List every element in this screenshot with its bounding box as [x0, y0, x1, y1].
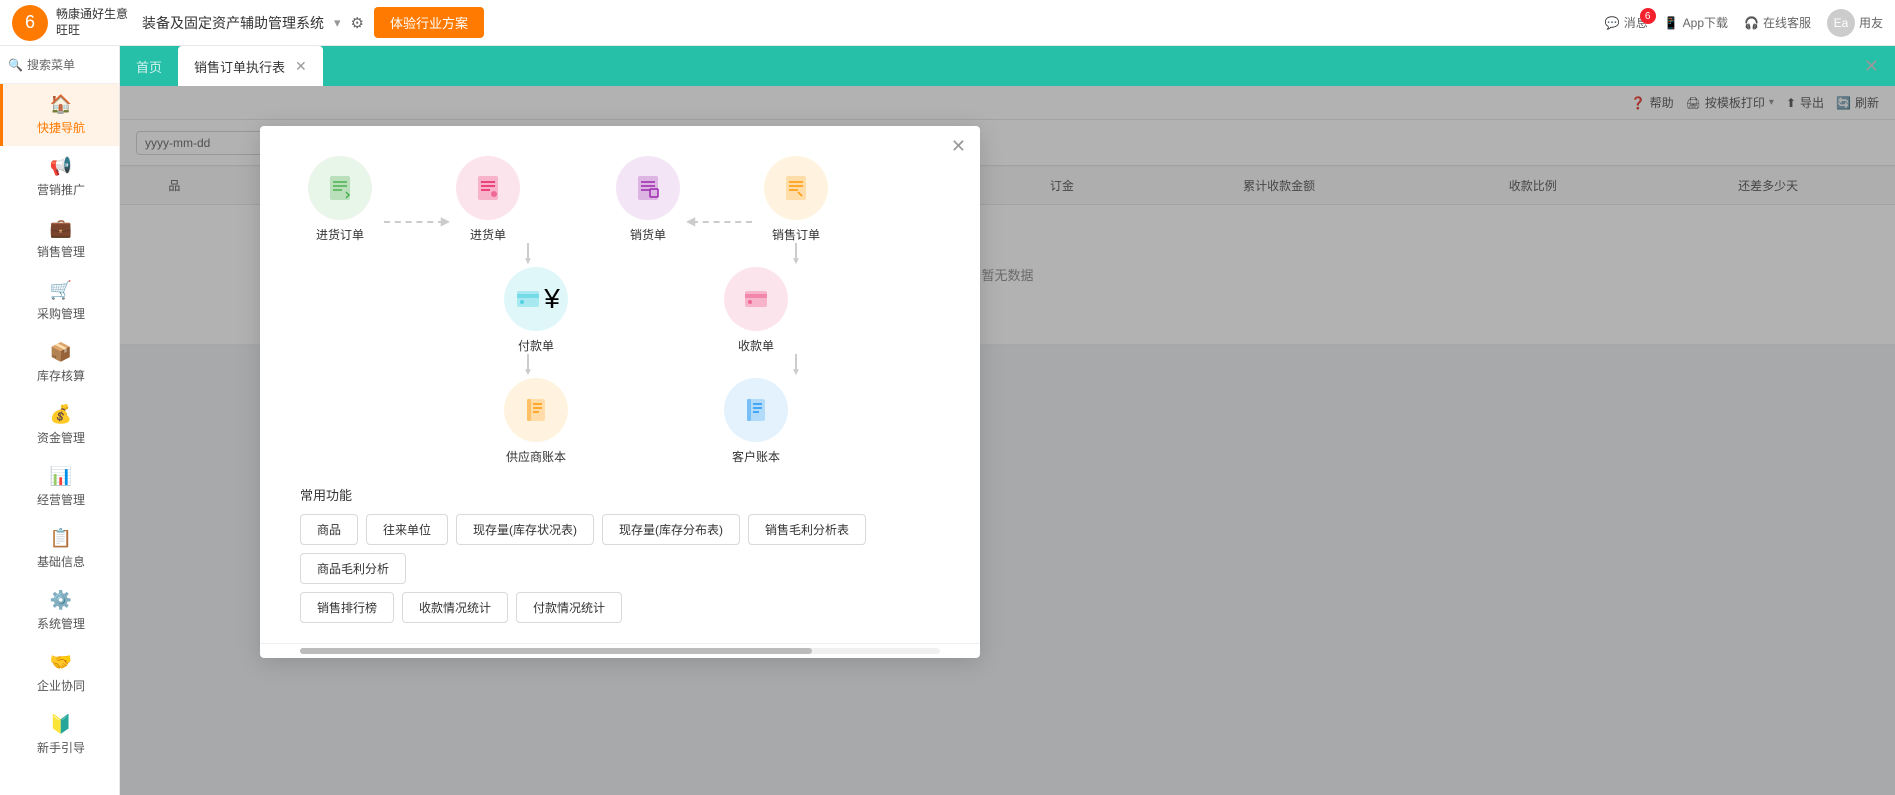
common-btn-sales-rank[interactable]: 销售排行榜 [300, 592, 394, 623]
flow-node-supplier-ledger[interactable]: 供应商账本 [496, 378, 576, 465]
base-info-icon: 📋 [50, 528, 72, 549]
common-functions-btns-2: 销售排行榜 收款情况统计 付款情况统计 [300, 592, 940, 623]
sidebar-search[interactable]: 🔍 搜索菜单 [0, 46, 119, 84]
window-close-btn[interactable]: ✕ [1864, 56, 1895, 77]
message-badge: 6 [1640, 8, 1656, 24]
flow-node-purchase-bill[interactable]: 进货单 [448, 156, 528, 243]
supplier-ledger-icon [504, 378, 568, 442]
flow-section: 进货订单 ▶ [260, 126, 980, 485]
home-icon: 🏠 [50, 94, 72, 115]
sidebar-item-purchase[interactable]: 🛒 采购管理 [0, 270, 119, 332]
modal-scrollbar [260, 643, 980, 658]
tab-home[interactable]: 首页 [120, 46, 178, 86]
purchase-bill-icon [456, 156, 520, 220]
sidebar-item-guide[interactable]: 🔰 新手引导 [0, 704, 119, 766]
top-bar-left: 6 畅康通好生意 旺旺 装备及固定资产辅助管理系统 ▾ ⚙ 体验行业方案 [12, 5, 484, 41]
tab-close-icon[interactable]: ✕ [295, 59, 307, 73]
finance-icon: 💰 [50, 404, 72, 425]
sales-order-icon [764, 156, 828, 220]
common-btn-receipt-stats[interactable]: 收款情况统计 [402, 592, 508, 623]
common-btn-partner[interactable]: 往来单位 [366, 514, 448, 545]
system-title: 装备及固定资产辅助管理系统 [142, 13, 324, 33]
common-btn-product[interactable]: 商品 [300, 514, 358, 545]
message-btn[interactable]: 💬 消息 6 [1605, 14, 1648, 31]
customer-ledger-icon [724, 378, 788, 442]
receipt-bill-icon [724, 267, 788, 331]
operation-icon: 📊 [50, 466, 72, 487]
inventory-icon: 📦 [50, 342, 72, 363]
app-download-btn[interactable]: 📱 App下载 [1664, 14, 1728, 31]
sidebar-item-enterprise[interactable]: 🤝 企业协同 [0, 642, 119, 704]
app-container: 6 畅康通好生意 旺旺 装备及固定资产辅助管理系统 ▾ ⚙ 体验行业方案 💬 消… [0, 0, 1895, 795]
logo-icon: 6 [12, 5, 48, 41]
modal-close-btn[interactable]: ✕ [951, 136, 966, 157]
tab-bar: 首页 销售订单执行表 ✕ ✕ [120, 46, 1895, 86]
download-icon: 📱 [1664, 16, 1679, 30]
sidebar-item-operation[interactable]: 📊 经营管理 [0, 456, 119, 518]
sidebar-item-finance[interactable]: 💰 资金管理 [0, 394, 119, 456]
common-btn-stock-dist[interactable]: 现存量(库存分布表) [602, 514, 740, 545]
enterprise-icon: 🤝 [50, 652, 72, 673]
common-btn-product-profit[interactable]: 商品毛利分析 [300, 553, 406, 584]
page-content: ❓ 帮助 🖨 按模板打印 ▾ ⬆ 导出 🔄 刷新 [120, 86, 1895, 795]
chevron-down-icon[interactable]: ▾ [334, 15, 341, 31]
common-functions-btns: 商品 往来单位 现存量(库存状况表) 现存量(库存分布表) 销售毛利分析表 商品… [300, 514, 940, 584]
sales-icon: 💼 [50, 218, 72, 239]
quick-nav-modal: ✕ 进货订单 [260, 126, 980, 658]
online-service-btn[interactable]: 🎧 在线客服 [1744, 14, 1811, 31]
sidebar-item-inventory[interactable]: 📦 库存核算 [0, 332, 119, 394]
common-btn-sales-profit[interactable]: 销售毛利分析表 [748, 514, 866, 545]
payment-bill-icon: ¥ [504, 267, 568, 331]
scrollbar-track [300, 648, 940, 654]
system-icon: ⚙️ [50, 590, 72, 611]
modal-overlay: ✕ 进货订单 [120, 86, 1895, 795]
message-icon: 💬 [1605, 16, 1620, 30]
flow-node-sales-bill[interactable]: 销货单 [608, 156, 688, 243]
purchase-icon: 🛒 [50, 280, 72, 301]
flow-node-receipt-bill[interactable]: 收款单 [716, 267, 796, 354]
sidebar-item-sales[interactable]: 💼 销售管理 [0, 208, 119, 270]
scrollbar-thumb[interactable] [300, 648, 812, 654]
sales-bill-icon [616, 156, 680, 220]
experience-btn[interactable]: 体验行业方案 [374, 7, 484, 38]
top-bar: 6 畅康通好生意 旺旺 装备及固定资产辅助管理系统 ▾ ⚙ 体验行业方案 💬 消… [0, 0, 1895, 46]
purchase-order-icon [308, 156, 372, 220]
marketing-icon: 📢 [50, 156, 72, 177]
common-btn-payment-stats[interactable]: 付款情况统计 [516, 592, 622, 623]
sidebar-item-quick-nav[interactable]: 🏠 快捷导航 [0, 84, 119, 146]
gear-icon[interactable]: ⚙ [351, 14, 364, 32]
service-icon: 🎧 [1744, 16, 1759, 30]
sidebar-item-base-info[interactable]: 📋 基础信息 [0, 518, 119, 580]
logo-area: 6 畅康通好生意 旺旺 [12, 5, 132, 41]
common-functions-section: 常用功能 商品 往来单位 现存量(库存状况表) 现存量(库存分布表) 销售毛利分… [260, 485, 980, 643]
search-icon: 🔍 [8, 58, 23, 72]
common-functions-title: 常用功能 [300, 485, 940, 504]
user-area[interactable]: Ea 用友 [1827, 9, 1883, 37]
main-layout: 🔍 搜索菜单 🏠 快捷导航 📢 营销推广 💼 销售管理 🛒 采购管理 📦 [0, 46, 1895, 795]
guide-icon: 🔰 [50, 714, 72, 735]
content-area: 首页 销售订单执行表 ✕ ✕ ❓ 帮助 🖨 按 [120, 46, 1895, 795]
flow-node-sales-order[interactable]: 销售订单 [756, 156, 836, 243]
sidebar: 🔍 搜索菜单 🏠 快捷导航 📢 营销推广 💼 销售管理 🛒 采购管理 📦 [0, 46, 120, 795]
common-btn-stock-status[interactable]: 现存量(库存状况表) [456, 514, 594, 545]
flow-node-payment-bill[interactable]: ¥ 付款单 [496, 267, 576, 354]
flow-node-customer-ledger[interactable]: 客户账本 [716, 378, 796, 465]
sidebar-item-system[interactable]: ⚙️ 系统管理 [0, 580, 119, 642]
logo-text: 畅康通好生意 旺旺 [56, 7, 128, 38]
avatar: Ea [1827, 9, 1855, 37]
sidebar-item-marketing[interactable]: 📢 营销推广 [0, 146, 119, 208]
tab-sales-order[interactable]: 销售订单执行表 ✕ [178, 46, 323, 86]
flow-node-purchase-order[interactable]: 进货订单 [300, 156, 380, 243]
top-bar-right: 💬 消息 6 📱 App下载 🎧 在线客服 Ea 用友 [1605, 9, 1883, 37]
